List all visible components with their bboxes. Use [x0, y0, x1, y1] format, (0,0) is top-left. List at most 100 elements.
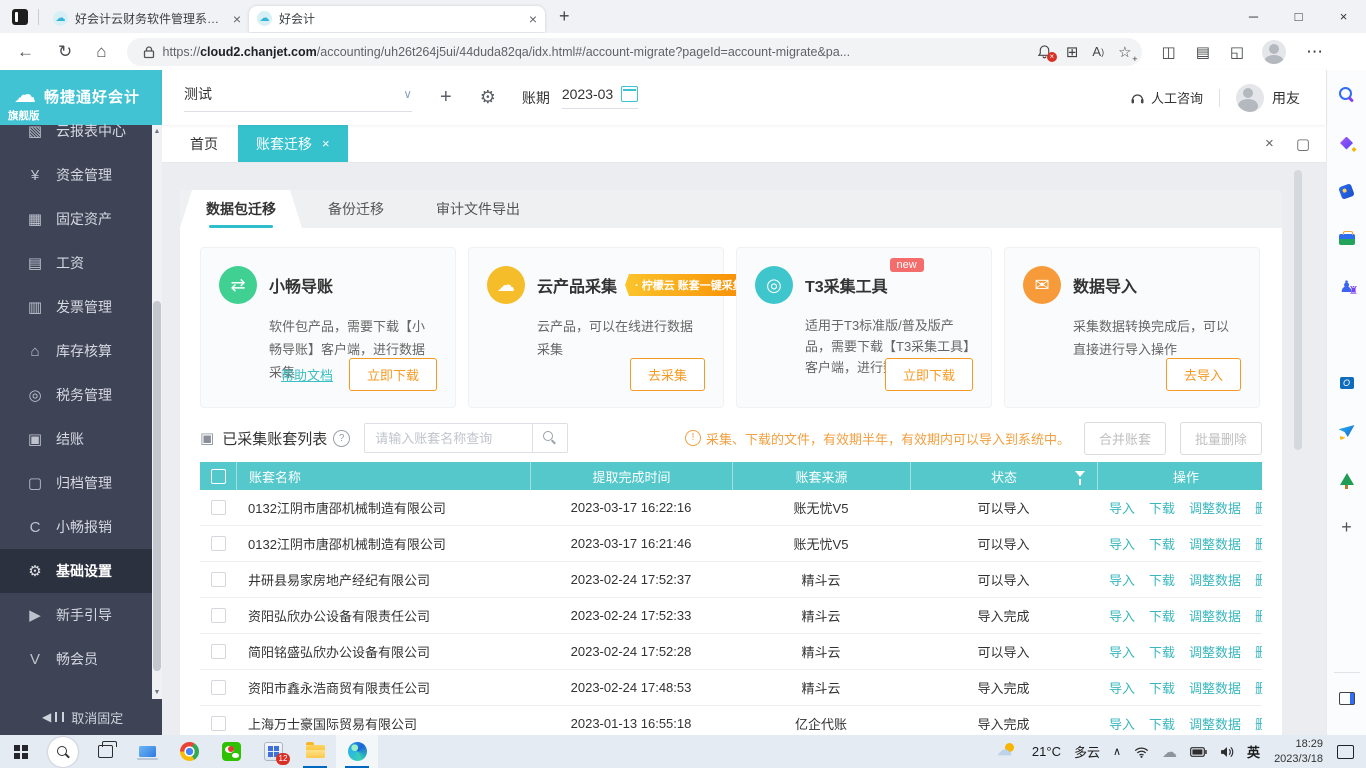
volume-icon[interactable] [1220, 746, 1234, 758]
notifications-icon[interactable]: × [1037, 44, 1057, 62]
games-icon[interactable]: ♟ [1336, 276, 1358, 298]
weather-text[interactable]: 多云 [1074, 742, 1100, 761]
tab-account-migrate[interactable]: 账套迁移 × [238, 125, 348, 162]
action-delete-link[interactable]: 删除 [1255, 534, 1262, 553]
row-checkbox[interactable] [210, 500, 226, 515]
edge-icon[interactable] [336, 735, 378, 768]
microsoft365-icon[interactable] [1336, 324, 1358, 346]
copilot-icon[interactable] [1336, 132, 1358, 154]
back-icon[interactable]: ← [17, 42, 34, 62]
sidebar-item-库存核算[interactable]: ⌂ 库存核算 [0, 329, 152, 373]
close-all-tabs-icon[interactable]: × [1265, 135, 1274, 152]
action-adjust-data-link[interactable]: 调整数据 [1189, 498, 1241, 517]
row-checkbox[interactable] [210, 644, 226, 659]
tab-actions-icon[interactable] [12, 8, 28, 25]
help-doc-link[interactable]: 帮助文档 [281, 365, 333, 384]
sidebar-item-固定资产[interactable]: ▦ 固定资产 [0, 197, 152, 241]
address-bar[interactable]: https://cloud2.chanjet.com/accounting/uh… [126, 37, 1142, 66]
snapshot-icon[interactable]: ◱ [1230, 43, 1244, 61]
row-checkbox[interactable] [210, 536, 226, 551]
open-sidebar-icon[interactable] [1336, 687, 1358, 709]
sidebar-item-小畅报销[interactable]: C 小畅报销 [0, 505, 152, 549]
outlook-icon[interactable]: O [1336, 372, 1358, 394]
action-download-link[interactable]: 下载 [1149, 606, 1175, 625]
action-adjust-data-link[interactable]: 调整数据 [1189, 606, 1241, 625]
select-all-checkbox[interactable] [210, 468, 226, 484]
action-download-link[interactable]: 下载 [1149, 714, 1175, 733]
scroll-up-icon[interactable]: ▲ [152, 128, 162, 135]
action-import-link[interactable]: 导入 [1109, 642, 1135, 661]
sidebar-item-发票管理[interactable]: ▥ 发票管理 [0, 285, 152, 329]
start-icon[interactable] [0, 735, 42, 768]
tab-backup-migrate[interactable]: 备份迁移 [302, 190, 410, 228]
browser-tab[interactable]: ☁ 好会计云财务软件管理系统_会计 × [45, 6, 249, 32]
sidebar-item-基础设置[interactable]: ⚙ 基础设置 [0, 549, 152, 593]
action-delete-link[interactable]: 删除 [1255, 606, 1262, 625]
hidden-icons-chevron[interactable]: ∧ [1113, 745, 1121, 758]
app-grid-icon[interactable]: 12 [252, 735, 294, 768]
new-tab-button[interactable]: + [559, 6, 570, 27]
tab-home[interactable]: 首页 [170, 125, 238, 162]
content-scrollbar-thumb[interactable] [1294, 170, 1302, 450]
tab-audit-export[interactable]: 审计文件导出 [410, 190, 546, 228]
merge-accounts-button[interactable]: 合并账套 [1083, 421, 1166, 455]
sidebar-item-归档管理[interactable]: ▢ 归档管理 [0, 461, 152, 505]
action-delete-link[interactable]: 删除 [1255, 498, 1262, 517]
browser-tab-active[interactable]: ☁ 好会计 × [249, 5, 545, 32]
sidebar-item-资金管理[interactable]: ¥ 资金管理 [0, 153, 152, 197]
sidebar-unpin-button[interactable]: ◀ 取消固定 [0, 699, 162, 735]
row-checkbox[interactable] [210, 716, 226, 731]
favorite-star-icon[interactable]: ☆ [1118, 43, 1138, 64]
gear-icon[interactable]: ⚙ [480, 87, 496, 108]
maximize-button[interactable]: □ [1276, 1, 1321, 33]
close-page-tab-icon[interactable]: × [322, 136, 330, 151]
batch-delete-button[interactable]: 批量删除 [1179, 421, 1262, 455]
split-screen-icon[interactable]: ◫ [1162, 43, 1176, 61]
tab-data-package-migrate[interactable]: 数据包迁移 [180, 190, 302, 228]
user-name[interactable]: 用友 [1272, 88, 1300, 108]
close-tab-icon[interactable]: × [233, 11, 241, 27]
scroll-down-icon[interactable]: ▼ [152, 689, 162, 696]
search-button[interactable] [532, 423, 569, 453]
sidebar-item-畅会员[interactable]: V 畅会员 [0, 637, 152, 681]
action-download-link[interactable]: 下载 [1149, 678, 1175, 697]
drop-icon[interactable] [1336, 420, 1358, 442]
sidebar-item-新手引导[interactable]: ▶ 新手引导 [0, 593, 152, 637]
fullscreen-icon[interactable]: ▢ [1296, 135, 1310, 153]
action-adjust-data-link[interactable]: 调整数据 [1189, 570, 1241, 589]
action-download-link[interactable]: 下载 [1149, 570, 1175, 589]
action-import-link[interactable]: 导入 [1109, 534, 1135, 553]
action-download-link[interactable]: 下载 [1149, 642, 1175, 661]
minimize-button[interactable]: ─ [1231, 1, 1276, 33]
download-now-button[interactable]: 立即下载 [884, 358, 973, 391]
onedrive-cloud-icon[interactable]: ☁ [1162, 743, 1177, 761]
add-icon[interactable]: + [1336, 516, 1358, 538]
help-question-icon[interactable]: ? [333, 429, 351, 447]
close-tab-icon[interactable]: × [529, 11, 537, 27]
chrome-icon[interactable] [168, 735, 210, 768]
task-view-icon[interactable] [84, 735, 126, 768]
account-selector[interactable]: 测试 ∨ [184, 84, 412, 112]
search-icon[interactable] [1336, 84, 1358, 106]
more-options-icon[interactable]: ⋯ [1306, 42, 1323, 62]
account-search-input[interactable] [364, 423, 533, 453]
action-adjust-data-link[interactable]: 调整数据 [1189, 714, 1241, 733]
action-download-link[interactable]: 下载 [1149, 498, 1175, 517]
shopping-icon[interactable] [1336, 180, 1358, 202]
action-import-link[interactable]: 导入 [1109, 714, 1135, 733]
home-icon[interactable]: ⌂ [96, 42, 106, 62]
add-account-icon[interactable]: + [440, 86, 452, 109]
taskbar-clock[interactable]: 18:29 2023/3/18 [1274, 737, 1323, 767]
browser-profile-avatar[interactable] [1262, 39, 1287, 64]
wifi-icon[interactable] [1134, 746, 1149, 758]
scrollbar-thumb[interactable] [153, 301, 161, 671]
action-import-link[interactable]: 导入 [1109, 678, 1135, 697]
action-delete-link[interactable]: 删除 [1255, 714, 1262, 733]
support-button[interactable]: 人工咨询 [1130, 88, 1203, 107]
go-import-button[interactable]: 去导入 [1165, 358, 1241, 391]
file-explorer-icon[interactable] [294, 735, 336, 768]
refresh-icon[interactable]: ↻ [58, 42, 72, 62]
period-selector[interactable]: 2023-03 [561, 86, 639, 109]
collections-icon[interactable]: ▤ [1196, 43, 1210, 61]
action-import-link[interactable]: 导入 [1109, 606, 1135, 625]
